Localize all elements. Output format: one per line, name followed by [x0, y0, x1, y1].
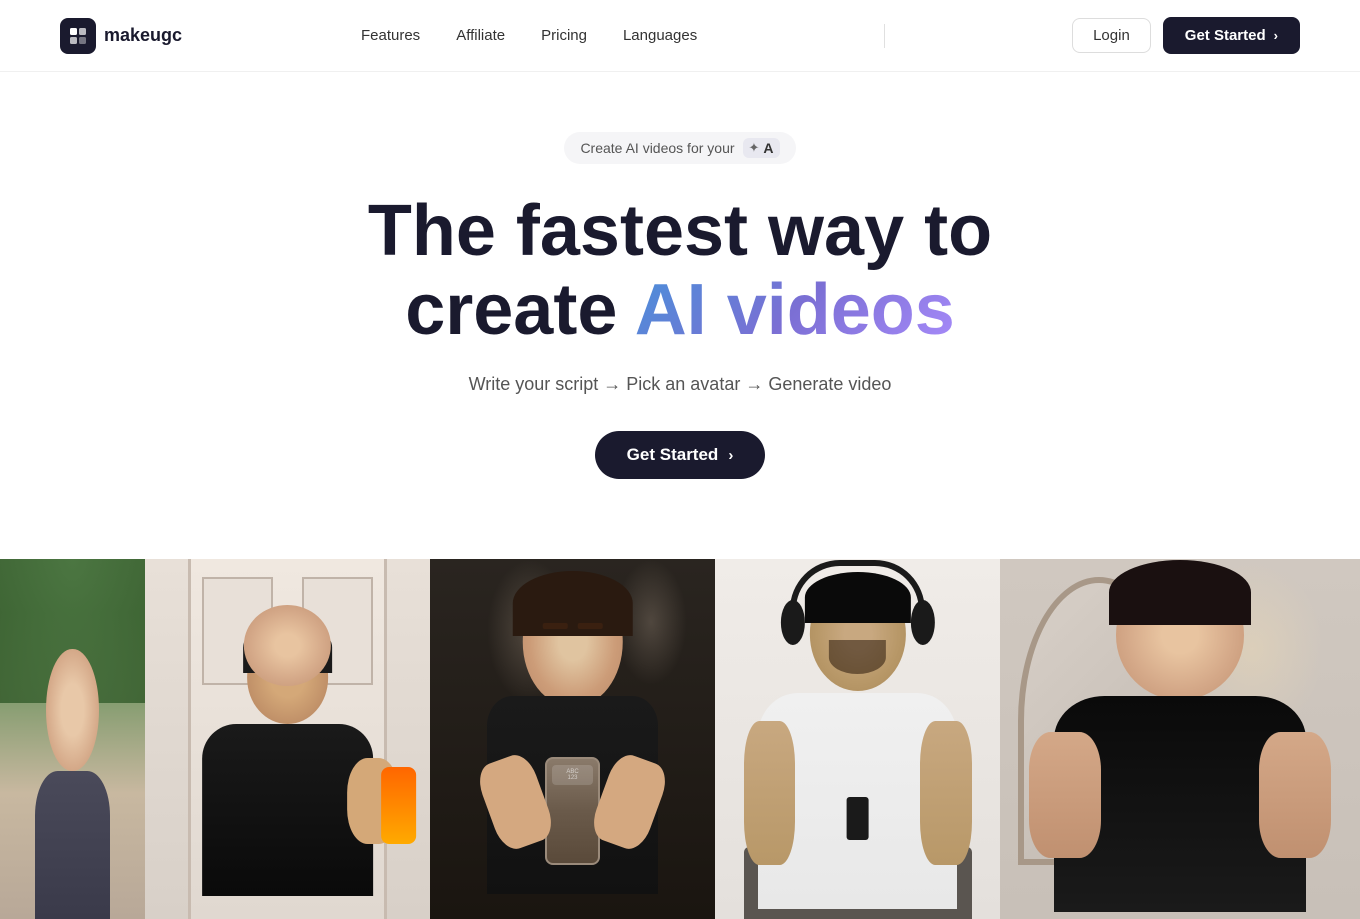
hero-title-line2-plain: create [405, 270, 635, 350]
nav-item-pricing[interactable]: Pricing [541, 27, 587, 44]
hero-title: The fastest way to create AI videos [368, 192, 992, 350]
hero-title-gradient: AI videos [635, 270, 955, 350]
hero-badge: Create AI videos for your ✦ A [564, 132, 795, 164]
video-gallery: ABC123 [0, 559, 1360, 919]
chevron-right-icon-hero: › [728, 447, 733, 464]
nav-divider [884, 24, 885, 48]
hero-badge-icon: ✦ A [743, 138, 780, 158]
hero-subtitle: Write your script → Pick an avatar → Gen… [469, 374, 892, 395]
nav-item-languages[interactable]: Languages [623, 27, 697, 44]
logo-icon [60, 18, 96, 54]
login-button[interactable]: Login [1072, 18, 1151, 53]
hero-badge-letter: A [763, 140, 773, 156]
gallery-item-4 [715, 559, 1000, 919]
nav-links: Features Affiliate Pricing Languages [361, 27, 697, 45]
hero-title-line1: The fastest way to [368, 191, 992, 271]
gallery-item-1 [0, 559, 145, 919]
gallery-item-3: ABC123 [430, 559, 715, 919]
get-started-button-nav[interactable]: Get Started › [1163, 17, 1300, 54]
gallery-item-5 [1000, 559, 1360, 919]
get-started-button-hero[interactable]: Get Started › [595, 431, 766, 479]
chevron-right-icon: › [1274, 28, 1278, 43]
nav-item-affiliate[interactable]: Affiliate [456, 27, 505, 44]
nav-actions: Login Get Started › [1072, 17, 1300, 54]
sparkle-icon: ✦ [749, 140, 760, 156]
nav-item-features[interactable]: Features [361, 27, 420, 44]
hero-section: Create AI videos for your ✦ A The fastes… [0, 72, 1360, 519]
navbar: makeugc Features Affiliate Pricing Langu… [0, 0, 1360, 72]
logo-text: makeugc [104, 25, 182, 46]
hero-badge-text: Create AI videos for your [580, 140, 734, 156]
logo-link[interactable]: makeugc [60, 18, 182, 54]
gallery-item-2 [145, 559, 430, 919]
